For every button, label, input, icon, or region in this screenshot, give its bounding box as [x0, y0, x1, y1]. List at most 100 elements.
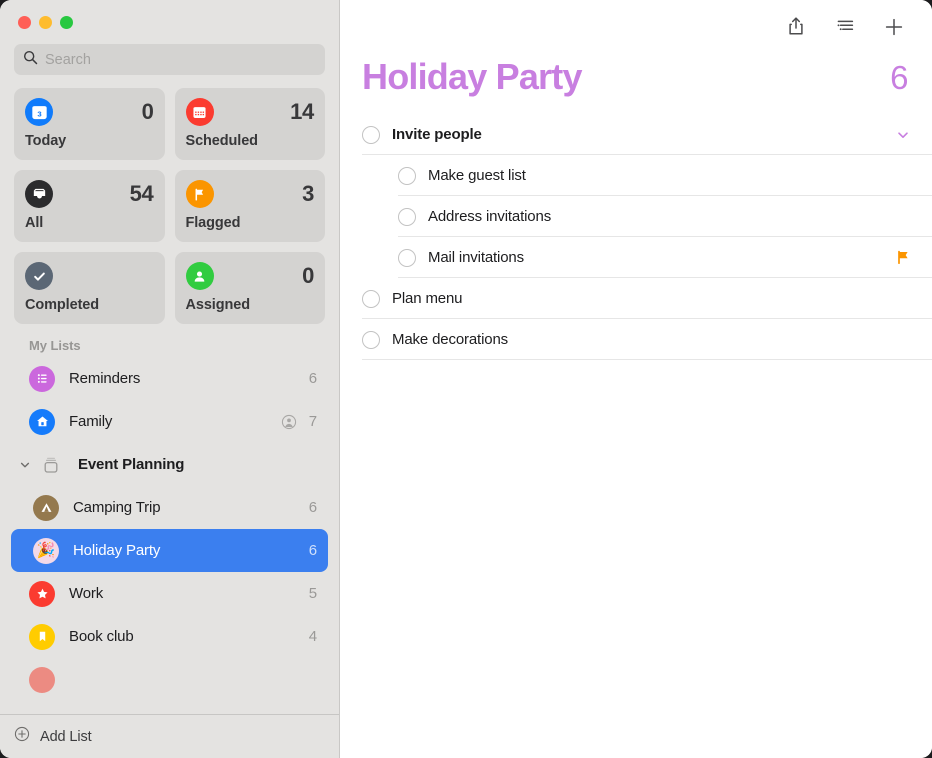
sidebar: 3 0 Today	[0, 0, 340, 758]
list-header: Holiday Party 6	[340, 57, 932, 97]
flagged-count: 3	[302, 181, 314, 206]
reminder-title: Plan menu	[392, 290, 463, 307]
scheduled-count: 14	[290, 99, 314, 124]
today-label: Today	[25, 133, 67, 149]
smart-list-completed[interactable]: Completed	[14, 252, 165, 324]
smart-list-assigned[interactable]: 0 Assigned	[174, 252, 325, 324]
flag-icon	[185, 180, 214, 208]
add-list-button[interactable]: Add List	[0, 714, 339, 758]
search-input[interactable]	[45, 51, 316, 68]
smart-lists-grid: 3 0 Today 14 Scheduled 54 All 3 Flagged …	[0, 75, 339, 324]
reminder-title: Mail invitations	[428, 249, 524, 266]
reminder-row[interactable]: Make guest list	[340, 155, 932, 196]
sidebar-item-partial[interactable]	[11, 658, 328, 701]
page-title: Holiday Party	[362, 56, 582, 97]
sidebar-item-holiday-party[interactable]: 🎉 Holiday Party 6	[11, 529, 328, 572]
party-popper-emoji-icon: 🎉	[33, 537, 59, 564]
scheduled-calendar-icon	[185, 98, 214, 126]
reminder-row[interactable]: Mail invitations	[340, 237, 932, 278]
search-field[interactable]	[14, 44, 325, 75]
assigned-count: 0	[302, 263, 314, 288]
share-icon[interactable]	[784, 15, 808, 39]
sidebar-group-event-planning[interactable]: Event Planning	[11, 443, 328, 486]
list-options-icon[interactable]	[833, 15, 857, 39]
sidebar-item-count: 7	[308, 413, 317, 430]
reminder-row[interactable]: Plan menu	[340, 278, 932, 319]
assigned-label: Assigned	[185, 297, 251, 313]
all-label: All	[25, 215, 44, 231]
my-lists-heading: My Lists	[29, 338, 81, 353]
sidebar-item-count: 5	[308, 585, 317, 602]
add-reminder-icon[interactable]	[882, 15, 906, 39]
plus-circle-icon	[14, 726, 30, 747]
reminder-row[interactable]: Address invitations	[340, 196, 932, 237]
expand-subtasks-chevron-down-icon[interactable]	[896, 128, 910, 142]
list-bullets-icon	[29, 365, 55, 392]
reminder-checkbox[interactable]	[362, 289, 380, 308]
sidebar-item-camping-trip[interactable]: Camping Trip 6	[11, 486, 328, 529]
star-icon	[29, 580, 55, 607]
sidebar-item-count: 6	[308, 542, 317, 559]
group-folder-icon	[38, 452, 64, 478]
smart-list-flagged[interactable]: 3 Flagged	[174, 170, 325, 242]
smart-list-all[interactable]: 54 All	[14, 170, 165, 242]
chevron-down-icon[interactable]	[17, 459, 33, 471]
sidebar-item-count: 6	[308, 370, 317, 387]
sidebar-item-reminders[interactable]: Reminders 6	[11, 357, 328, 400]
search-icon	[23, 50, 38, 70]
sidebar-item-work[interactable]: Work 5	[11, 572, 328, 615]
reminder-checkbox[interactable]	[398, 166, 416, 185]
main-content: Holiday Party 6 Invite people Make guest…	[340, 0, 932, 758]
person-icon	[185, 262, 214, 290]
today-calendar-icon: 3	[25, 98, 53, 126]
reminder-checkbox[interactable]	[398, 207, 416, 226]
sidebar-item-label: Work	[69, 585, 104, 602]
window-controls	[0, 0, 339, 44]
reminder-row[interactable]: Invite people	[340, 114, 932, 155]
reminder-checkbox[interactable]	[362, 125, 380, 144]
today-count: 0	[141, 99, 154, 124]
minimize-button[interactable]	[39, 15, 52, 29]
sidebar-item-count: 4	[308, 628, 317, 645]
house-icon	[29, 408, 55, 435]
tent-icon	[33, 494, 59, 521]
sidebar-item-count: 6	[308, 499, 317, 516]
sidebar-item-label: Camping Trip	[73, 499, 161, 516]
sidebar-item-label: Reminders	[69, 370, 141, 387]
scheduled-label: Scheduled	[185, 133, 259, 149]
reminders-list: Invite people Make guest list Address in…	[340, 114, 932, 758]
row-divider	[362, 359, 932, 360]
shared-list-icon	[281, 414, 297, 430]
reminder-title: Invite people	[392, 126, 482, 143]
toolbar	[340, 0, 932, 53]
list-total-count: 6	[890, 59, 908, 96]
completed-label: Completed	[25, 297, 100, 313]
reminder-title: Make decorations	[392, 331, 508, 348]
maximize-button[interactable]	[60, 15, 73, 29]
reminder-title: Address invitations	[428, 208, 552, 225]
checkmark-icon	[25, 262, 53, 290]
sidebar-item-book-club[interactable]: Book club 4	[11, 615, 328, 658]
smart-list-today[interactable]: 3 0 Today	[14, 88, 165, 160]
all-inbox-icon	[25, 180, 53, 208]
flag-icon	[896, 250, 910, 265]
all-count: 54	[129, 181, 154, 206]
reminder-title: Make guest list	[428, 167, 526, 184]
close-button[interactable]	[18, 15, 31, 29]
bookmark-icon	[29, 623, 55, 650]
reminder-checkbox[interactable]	[362, 330, 380, 349]
party-popper-glyph: 🎉	[36, 542, 56, 559]
sidebar-item-label: Book club	[69, 628, 134, 645]
reminder-row[interactable]: Make decorations	[340, 319, 932, 360]
sidebar-item-label: Family	[69, 413, 113, 430]
reminder-checkbox[interactable]	[398, 248, 416, 267]
sidebar-group-label: Event Planning	[78, 456, 185, 473]
sidebar-item-label: Holiday Party	[73, 542, 161, 559]
flagged-label: Flagged	[185, 215, 241, 231]
partial-list-icon	[29, 666, 55, 693]
my-lists-scroll[interactable]: My Lists Reminders 6 Family 7 Event Plan…	[0, 338, 339, 714]
sidebar-item-family[interactable]: Family 7	[11, 400, 328, 443]
smart-list-scheduled[interactable]: 14 Scheduled	[174, 88, 325, 160]
add-list-label: Add List	[40, 728, 92, 745]
svg-text:3: 3	[37, 109, 42, 118]
